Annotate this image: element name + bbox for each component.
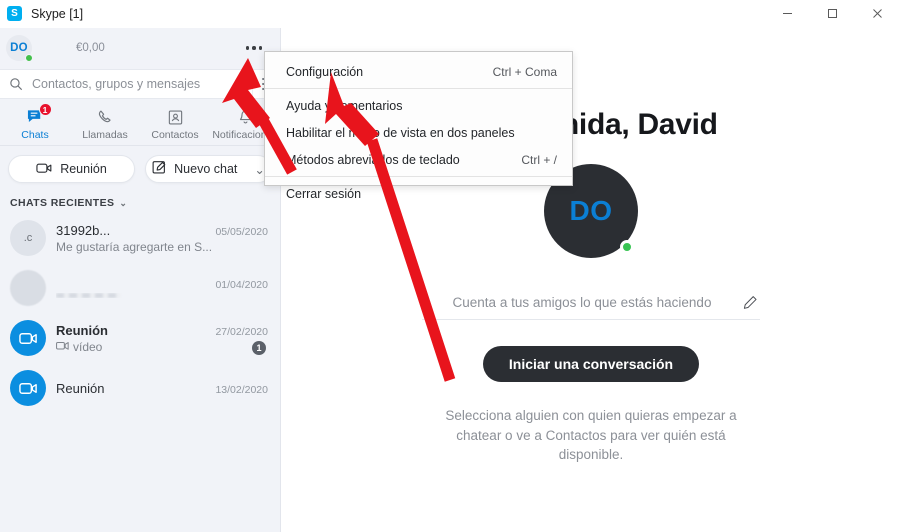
avatar xyxy=(10,270,46,306)
menu-item-shortcut: Ctrl + Coma xyxy=(492,64,557,79)
meeting-button[interactable]: Reunión xyxy=(8,155,135,183)
sidebar: DO €0,00 Contactos, grupos y mensajes 1 … xyxy=(0,28,281,532)
sidebar-actions: Reunión Nuevo chat ⌄ xyxy=(0,146,280,191)
chat-timestamp: 05/05/2020 xyxy=(215,225,268,238)
chat-name: Reunión xyxy=(56,322,108,338)
list-item-body: Reunión 13/02/2020 xyxy=(56,381,268,396)
menu-item-ayuda-y-comentarios[interactable]: Ayuda y comentarios xyxy=(265,92,572,119)
search-placeholder: Contactos, grupos y mensajes xyxy=(32,77,201,91)
skype-window: S Skype [1] DO €0,00 Contactos, grupos y… xyxy=(0,0,900,532)
chat-preview: vídeo xyxy=(56,340,268,354)
maximize-button[interactable] xyxy=(810,0,855,28)
presence-dot-icon xyxy=(620,240,634,254)
mood-input[interactable]: Cuenta a tus amigos lo que estás haciend… xyxy=(422,286,760,320)
avatar: .c xyxy=(10,220,46,256)
list-item[interactable]: 01/04/2020 xyxy=(0,263,280,313)
menu-item-shortcut: Ctrl + / xyxy=(521,152,557,167)
avatar xyxy=(10,320,46,356)
start-conversation-button[interactable]: Iniciar una conversación xyxy=(482,346,700,382)
search-icon xyxy=(9,77,23,91)
phone-icon xyxy=(97,107,114,127)
search-input[interactable]: Contactos, grupos y mensajes xyxy=(0,69,252,99)
title-bar: S Skype [1] xyxy=(0,0,900,28)
redacted-preview xyxy=(56,292,120,298)
menu-item-cerrar-sesion[interactable]: Cerrar sesión xyxy=(265,180,572,207)
window-title: Skype [1] xyxy=(31,6,84,21)
chats-badge: 1 xyxy=(38,103,52,116)
minimize-button[interactable] xyxy=(765,0,810,28)
chat-preview xyxy=(56,292,268,298)
avatar-initials: DO xyxy=(10,42,28,54)
contact-card-icon xyxy=(167,107,184,127)
start-conversation-label: Iniciar una conversación xyxy=(508,356,674,372)
account-balance[interactable]: €0,00 xyxy=(76,42,105,54)
chat-preview: Me gustaría agregarte en S... xyxy=(56,239,213,254)
skype-logo-icon: S xyxy=(7,6,22,21)
video-camera-icon xyxy=(36,162,53,177)
bell-icon xyxy=(237,107,254,127)
more-dot-1 xyxy=(245,46,250,50)
presence-dot-icon xyxy=(25,54,33,62)
list-item-body: 01/04/2020 xyxy=(56,279,268,298)
chat-timestamp: 13/02/2020 xyxy=(215,383,268,396)
chat-timestamp: 01/04/2020 xyxy=(215,278,268,291)
recents-label: CHATS RECIENTES xyxy=(10,197,115,209)
nav-tabs: 1 Chats Llamadas Contactos Notificacione… xyxy=(0,100,280,146)
menu-item-configuracion[interactable]: Configuración Ctrl + Coma xyxy=(265,58,572,85)
menu-item-label: Habilitar el modo de vista en dos panele… xyxy=(286,125,515,140)
tab-chats-label: Chats xyxy=(21,129,49,141)
more-dot-3 xyxy=(258,46,263,50)
chat-bubble-icon: 1 xyxy=(26,103,52,127)
meeting-button-label: Reunión xyxy=(60,162,107,176)
avatar-initials: DO xyxy=(569,195,613,226)
avatar-initials: .c xyxy=(23,232,33,244)
menu-item-label: Cerrar sesión xyxy=(286,186,362,201)
recents-header[interactable]: CHATS RECIENTES ⌄ xyxy=(0,191,280,213)
menu-item-label: Configuración xyxy=(286,64,364,79)
empty-state-hint: Selecciona alguien con quien quieras emp… xyxy=(445,408,737,463)
menu-item-metodos-abreviados[interactable]: Métodos abreviados de teclado Ctrl + / xyxy=(265,146,572,173)
chat-timestamp: 27/02/2020 xyxy=(215,325,268,338)
menu-separator xyxy=(265,176,572,177)
menu-item-label: Ayuda y comentarios xyxy=(286,98,403,113)
compose-icon xyxy=(152,160,167,178)
menu-item-vista-dos-paneles[interactable]: Habilitar el modo de vista en dos panele… xyxy=(265,119,572,146)
video-missed-icon xyxy=(56,340,69,354)
tab-llamadas[interactable]: Llamadas xyxy=(70,102,140,146)
chat-preview-text: vídeo xyxy=(73,339,103,354)
menu-separator xyxy=(265,88,572,89)
tab-chats[interactable]: 1 Chats xyxy=(0,102,70,146)
new-chat-button-label: Nuevo chat xyxy=(174,162,238,176)
mood-placeholder: Cuenta a tus amigos lo que estás haciend… xyxy=(452,295,712,310)
chat-name: 31992b... xyxy=(56,222,111,238)
avatar xyxy=(10,370,46,406)
unread-badge: 1 xyxy=(252,341,266,355)
menu-item-label: Métodos abreviados de teclado xyxy=(286,152,460,167)
settings-dropdown-menu: Configuración Ctrl + Coma Ayuda y coment… xyxy=(264,51,573,201)
chat-name: Reunión xyxy=(56,380,105,396)
list-item-body: 31992b... 05/05/2020 Me gustaría agregar… xyxy=(56,223,268,254)
new-chat-button[interactable]: Nuevo chat ⌄ xyxy=(145,155,272,183)
list-item[interactable]: .c 31992b... 05/05/2020 Me gustaría agre… xyxy=(0,213,280,263)
window-controls xyxy=(765,0,900,28)
profile-row: DO €0,00 xyxy=(0,28,280,68)
list-item-body: Reunión 27/02/2020 vídeo xyxy=(56,323,268,354)
more-button[interactable] xyxy=(242,39,266,57)
tab-llamadas-label: Llamadas xyxy=(82,129,128,141)
list-item[interactable]: Reunión 13/02/2020 xyxy=(0,363,280,413)
pencil-icon[interactable] xyxy=(742,295,760,311)
search-row: Contactos, grupos y mensajes xyxy=(0,68,280,100)
tab-contactos[interactable]: Contactos xyxy=(140,102,210,146)
list-item[interactable]: Reunión 27/02/2020 vídeo 1 xyxy=(0,313,280,363)
avatar[interactable]: DO xyxy=(6,35,33,62)
chevron-down-icon[interactable]: ⌄ xyxy=(119,198,127,209)
close-button[interactable] xyxy=(855,0,900,28)
tab-contactos-label: Contactos xyxy=(151,129,199,141)
more-dot-2 xyxy=(252,46,256,50)
